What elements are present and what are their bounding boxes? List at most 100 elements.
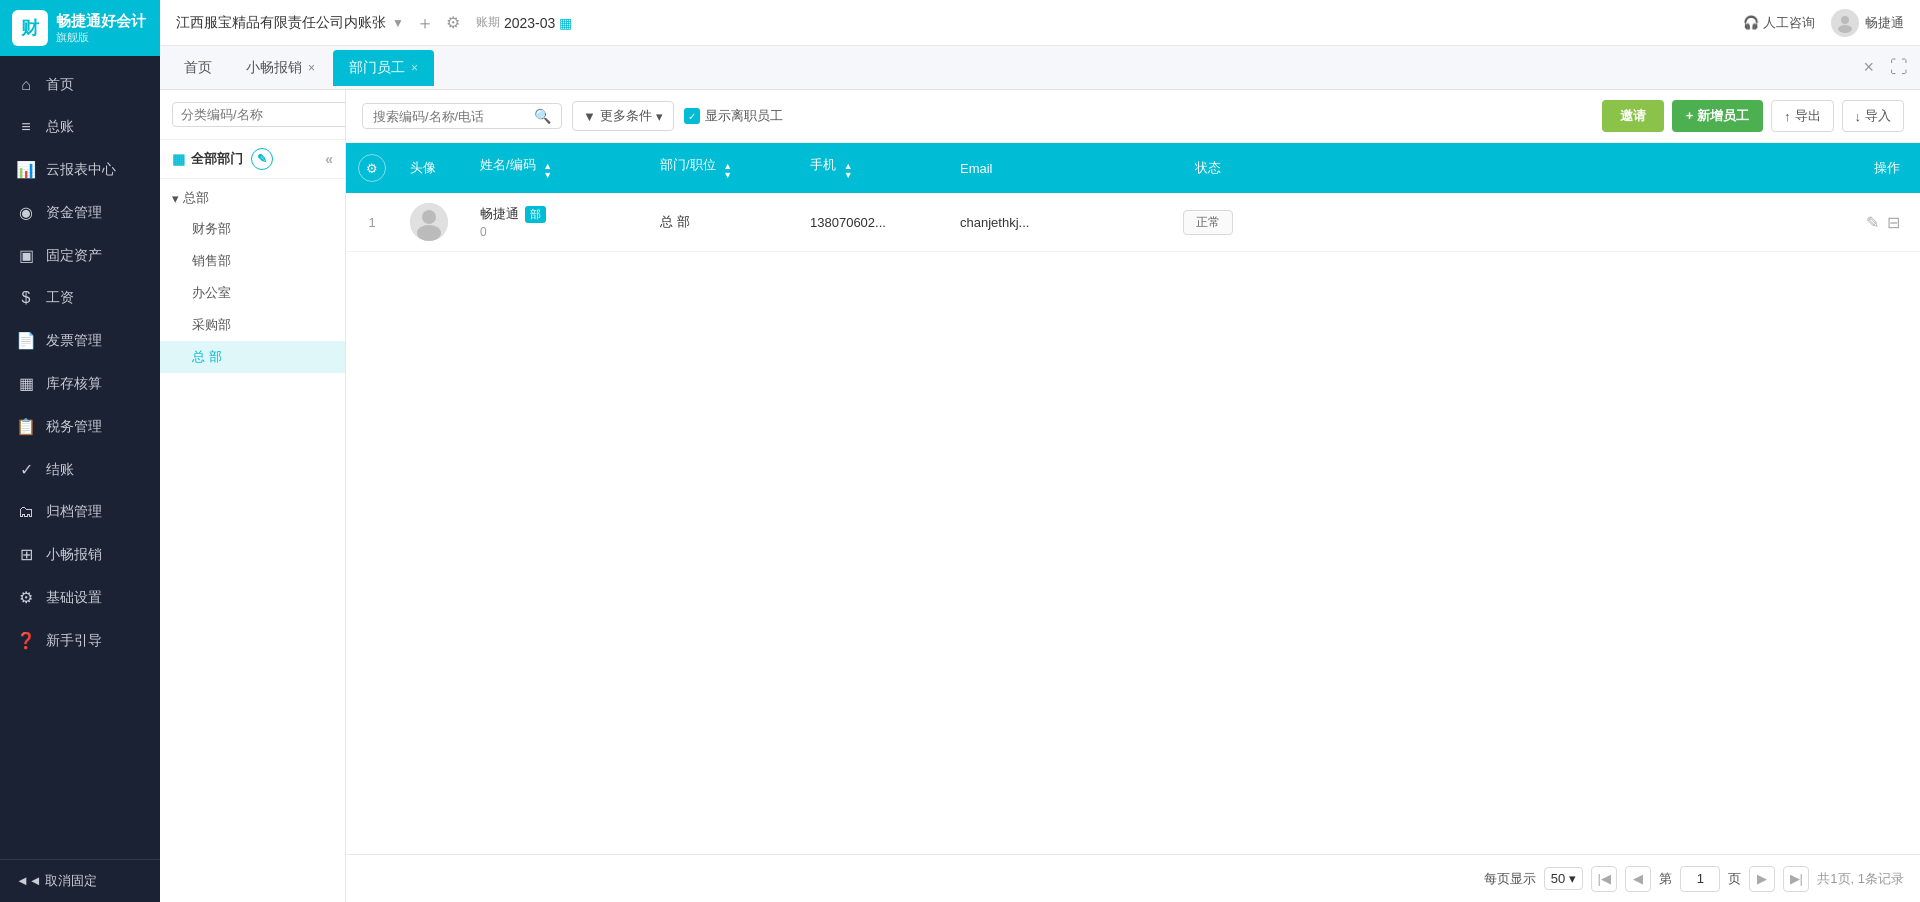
invite-button[interactable]: 邀请 [1602, 100, 1664, 132]
company-selector[interactable]: 江西服宝精品有限责任公司内账张 ▼ [176, 14, 404, 32]
tab-expense[interactable]: 小畅报销 × [230, 50, 331, 86]
dept-item-headquarters[interactable]: 总 部 [160, 341, 345, 373]
ledger-icon: ≡ [16, 118, 36, 136]
dept-item-procurement[interactable]: 采购部 [160, 309, 345, 341]
pagination: 每页显示 50 ▾ |◀ ◀ 第 页 ▶ ▶| 共1页, 1条记录 [346, 854, 1920, 902]
tab-employees-close-icon[interactable]: × [411, 61, 418, 75]
add-company-button[interactable]: ＋ [416, 14, 434, 32]
sidebar-logo: 财 畅捷通好会计 旗舰版 [0, 0, 160, 56]
table-settings-icon[interactable]: ⚙ [358, 154, 386, 182]
show-resigned-text: 显示离职员工 [705, 107, 783, 125]
action-buttons: ✎ ⊟ [1280, 213, 1900, 232]
sidebar-item-checkout[interactable]: ✓ 结账 [0, 448, 160, 491]
tab-close-button[interactable]: × [1859, 57, 1878, 78]
col-avatar-header: 头像 [398, 143, 468, 193]
search-icon[interactable]: 🔍 [534, 108, 551, 124]
employee-dept-badge: 部 [525, 206, 546, 223]
show-resigned-label[interactable]: ✓ 显示离职员工 [684, 107, 783, 125]
employee-table-wrapper: ⚙ 头像 姓名/编码 ▲▼ 部门/职位 ▲▼ [346, 143, 1920, 854]
logo-subtitle: 旗舰版 [56, 30, 146, 45]
export-icon: ↑ [1784, 109, 1791, 124]
sidebar-item-label: 固定资产 [46, 247, 102, 265]
sidebar-item-label: 新手引导 [46, 632, 102, 650]
prev-page-button[interactable]: ◀ [1625, 866, 1651, 892]
settings-gear-icon[interactable]: ⚙ [446, 13, 460, 32]
row-status: 正常 [1148, 193, 1268, 252]
add-employee-button[interactable]: + 新增员工 [1672, 100, 1763, 132]
calendar-icon[interactable]: ▦ [559, 15, 572, 31]
toolbar: 🔍 ▼ 更多条件 ▾ ✓ 显示离职员工 邀请 + 新增员工 [346, 90, 1920, 143]
next-page-button[interactable]: ▶ [1749, 866, 1775, 892]
tabs-actions: × ⛶ [1859, 57, 1912, 78]
sidebar-pin-toggle[interactable]: ◄◄ 取消固定 [0, 859, 160, 902]
col-status-header: 状态 [1148, 143, 1268, 193]
sidebar-item-label: 总账 [46, 118, 74, 136]
funds-icon: ◉ [16, 203, 36, 222]
service-button[interactable]: 🎧 人工咨询 [1743, 14, 1815, 32]
dept-item-finance[interactable]: 财务部 [160, 213, 345, 245]
show-resigned-checkbox[interactable]: ✓ [684, 108, 700, 124]
row-name-cell: 畅捷通 部 0 [468, 193, 648, 252]
export-button[interactable]: ↑ 导出 [1771, 100, 1834, 132]
last-page-button[interactable]: ▶| [1783, 866, 1809, 892]
sidebar-item-inventory[interactable]: ▦ 库存核算 [0, 362, 160, 405]
sidebar-item-label: 归档管理 [46, 503, 102, 521]
sidebar-item-assets[interactable]: ▣ 固定资产 [0, 234, 160, 277]
sidebar-item-home[interactable]: ⌂ 首页 [0, 64, 160, 106]
tab-employees-label: 部门员工 [349, 59, 405, 77]
col-phone-header[interactable]: 手机 ▲▼ [798, 143, 948, 193]
tab-employees[interactable]: 部门员工 × [333, 50, 434, 86]
row-dept: 总 部 [648, 193, 798, 252]
avatar [410, 203, 448, 241]
sidebar-item-settings[interactable]: ⚙ 基础设置 [0, 576, 160, 619]
sidebar-item-archive[interactable]: 🗂 归档管理 [0, 491, 160, 533]
expense-icon: ⊞ [16, 545, 36, 564]
dept-tree-header: ▦ 全部部门 ✎ « [160, 140, 345, 179]
sidebar-item-ledger[interactable]: ≡ 总账 [0, 106, 160, 148]
name-badge-container: 畅捷通 部 [480, 205, 636, 223]
filter-icon: ▼ [583, 109, 596, 124]
row-avatar [398, 193, 468, 252]
salary-icon: $ [16, 289, 36, 307]
dept-sort-icon: ▲▼ [723, 162, 732, 180]
dept-panel: 🔍 ▦ 全部部门 ✎ « ▾ 总部 财务部 销售部 办公室 采购部 总 部 [160, 90, 346, 902]
filter-button[interactable]: ▼ 更多条件 ▾ [572, 101, 674, 131]
row-email: chanjethkj... [948, 193, 1148, 252]
employee-search-input[interactable] [373, 109, 528, 124]
sidebar-item-invoice[interactable]: 📄 发票管理 [0, 319, 160, 362]
import-label: 导入 [1865, 107, 1891, 125]
user-menu[interactable]: 畅捷通 [1831, 9, 1904, 37]
avatar [1831, 9, 1859, 37]
dept-collapse-button[interactable]: « [325, 151, 333, 167]
sidebar-item-funds[interactable]: ◉ 资金管理 [0, 191, 160, 234]
sidebar-item-tax[interactable]: 📋 税务管理 [0, 405, 160, 448]
first-page-button[interactable]: |◀ [1591, 866, 1617, 892]
col-dept-header[interactable]: 部门/职位 ▲▼ [648, 143, 798, 193]
edit-icon[interactable]: ✎ [1866, 213, 1879, 232]
dept-edit-button[interactable]: ✎ [251, 148, 273, 170]
col-settings: ⚙ [346, 143, 398, 193]
company-dropdown-arrow: ▼ [392, 16, 404, 30]
tab-fullscreen-button[interactable]: ⛶ [1886, 57, 1912, 78]
sidebar-item-expense[interactable]: ⊞ 小畅报销 [0, 533, 160, 576]
sidebar-item-guide[interactable]: ❓ 新手引导 [0, 619, 160, 662]
dept-item-office[interactable]: 办公室 [160, 277, 345, 309]
page-size-selector[interactable]: 50 ▾ [1544, 867, 1583, 890]
svg-point-1 [1838, 25, 1852, 33]
sidebar-item-salary[interactable]: $ 工资 [0, 277, 160, 319]
logout-icon[interactable]: ⊟ [1887, 213, 1900, 232]
period-value: 2023-03 [504, 15, 555, 31]
sidebar-item-reports[interactable]: 📊 云报表中心 [0, 148, 160, 191]
dept-item-sales[interactable]: 销售部 [160, 245, 345, 277]
logo-title: 畅捷通好会计 [56, 12, 146, 30]
import-button[interactable]: ↓ 导入 [1842, 100, 1905, 132]
period-display: 账期 2023-03 ▦ [476, 14, 572, 31]
dept-search-input[interactable] [172, 102, 346, 127]
sidebar-item-label: 小畅报销 [46, 546, 102, 564]
col-name-header[interactable]: 姓名/编码 ▲▼ [468, 143, 648, 193]
tab-expense-close-icon[interactable]: × [308, 61, 315, 75]
page-number-input[interactable] [1680, 866, 1720, 892]
main-content: 江西服宝精品有限责任公司内账张 ▼ ＋ ⚙ 账期 2023-03 ▦ 🎧 人工咨… [160, 0, 1920, 902]
tab-expense-label: 小畅报销 [246, 59, 302, 77]
tab-home[interactable]: 首页 [168, 50, 228, 86]
